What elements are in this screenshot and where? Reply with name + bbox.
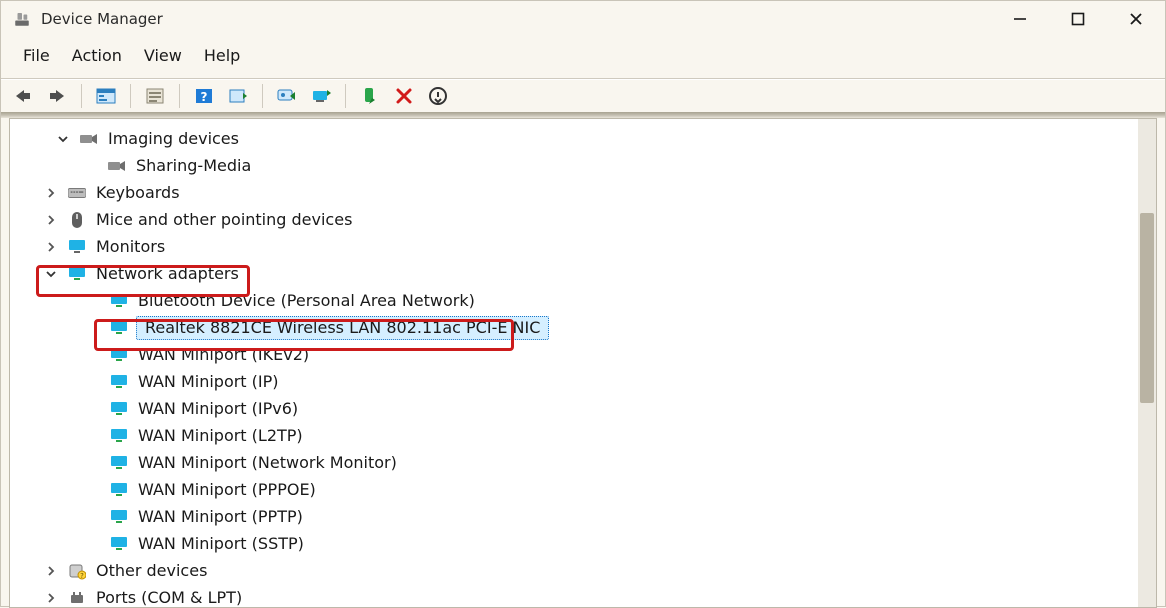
menu-file[interactable]: File [15,43,58,68]
tree-item-wan-pppoe[interactable]: WAN Miniport (PPPOE) [110,476,1156,503]
show-hide-tree-button[interactable] [92,83,120,109]
network-adapter-icon [110,454,128,472]
tree-item-network-adapters[interactable]: Network adapters [42,260,1156,287]
tree-item-sharing-media[interactable]: Sharing-Media [82,152,1156,179]
menu-action[interactable]: Action [64,43,130,68]
tree-item-other-devices[interactable]: ? Other devices [42,557,1156,584]
scrollbar-thumb[interactable] [1140,213,1154,403]
network-adapter-icon [110,481,128,499]
tree-item-label: WAN Miniport (PPPOE) [136,476,318,503]
camera-icon [108,157,126,175]
action-button[interactable] [224,83,252,109]
unknown-device-icon: ? [68,562,86,580]
network-adapter-icon [110,373,128,391]
tree-item-bt-pan[interactable]: Bluetooth Device (Personal Area Network) [110,287,1156,314]
chevron-right-icon[interactable] [42,589,60,607]
window-controls [991,1,1165,37]
enable-device-button[interactable] [356,83,384,109]
chevron-right-icon[interactable] [42,562,60,580]
menu-help[interactable]: Help [196,43,248,68]
network-adapter-icon [110,400,128,418]
tree-item-wan-ipv6[interactable]: WAN Miniport (IPv6) [110,395,1156,422]
tree-item-wan-ikev2[interactable]: WAN Miniport (IKEv2) [110,341,1156,368]
tree-item-keyboards[interactable]: Keyboards [42,179,1156,206]
toolbar-separator [345,84,346,108]
toolbar: ? [1,78,1165,112]
tree-item-label: Monitors [94,233,167,260]
network-adapter-icon [110,427,128,445]
tree-item-label: Mice and other pointing devices [94,206,354,233]
port-icon [68,589,86,607]
device-tree[interactable]: Imaging devices Sharing-Media Keyboards … [10,119,1156,608]
chevron-down-icon[interactable] [42,265,60,283]
chevron-right-icon[interactable] [42,184,60,202]
tree-item-label: Other devices [94,557,209,584]
tree-item-label: Bluetooth Device (Personal Area Network) [136,287,477,314]
tree-item-label: WAN Miniport (IKEv2) [136,341,311,368]
toolbar-separator [130,84,131,108]
update-driver-button[interactable] [307,83,335,109]
close-button[interactable] [1107,1,1165,37]
tree-item-label: Sharing-Media [134,152,253,179]
help-button[interactable]: ? [190,83,218,109]
disable-device-button[interactable] [424,83,452,109]
camera-icon [80,130,98,148]
toolbar-separator [81,84,82,108]
tree-item-label: Keyboards [94,179,182,206]
tree-item-ports[interactable]: Ports (COM & LPT) [42,584,1156,608]
tree-item-wan-sstp[interactable]: WAN Miniport (SSTP) [110,530,1156,557]
chevron-down-icon[interactable] [54,130,72,148]
network-adapter-icon [110,346,128,364]
menu-view[interactable]: View [136,43,190,68]
network-adapter-icon [110,508,128,526]
properties-button[interactable] [141,83,169,109]
titlebar: Device Manager [1,1,1165,37]
tree-item-label: Network adapters [94,260,241,287]
toolbar-separator [179,84,180,108]
chevron-right-icon[interactable] [42,211,60,229]
tree-item-label: Ports (COM & LPT) [94,584,244,608]
tree-item-wan-pptp[interactable]: WAN Miniport (PPTP) [110,503,1156,530]
tree-item-label: WAN Miniport (IPv6) [136,395,300,422]
tree-item-realtek-wlan[interactable]: Realtek 8821CE Wireless LAN 802.11ac PCI… [110,314,1156,341]
monitor-icon [68,238,86,256]
toolbar-separator [262,84,263,108]
tree-item-label: WAN Miniport (IP) [136,368,281,395]
tree-item-wan-netmon[interactable]: WAN Miniport (Network Monitor) [110,449,1156,476]
chevron-right-icon[interactable] [42,238,60,256]
network-adapter-icon [110,535,128,553]
tree-item-wan-ip[interactable]: WAN Miniport (IP) [110,368,1156,395]
tree-item-wan-l2tp[interactable]: WAN Miniport (L2TP) [110,422,1156,449]
svg-text:?: ? [201,90,208,104]
tree-item-label: WAN Miniport (SSTP) [136,530,306,557]
tree-item-label: Realtek 8821CE Wireless LAN 802.11ac PCI… [143,314,542,341]
svg-text:?: ? [80,572,84,580]
mouse-icon [68,211,86,229]
tree-item-mice[interactable]: Mice and other pointing devices [42,206,1156,233]
nav-back-button[interactable] [9,83,37,109]
keyboard-icon [68,184,86,202]
tree-item-imaging-devices[interactable]: Imaging devices [54,125,1156,152]
window-title: Device Manager [41,10,163,28]
device-tree-pane: Imaging devices Sharing-Media Keyboards … [9,118,1157,608]
selected-item: Realtek 8821CE Wireless LAN 802.11ac PCI… [136,316,549,340]
tree-item-label: WAN Miniport (Network Monitor) [136,449,399,476]
app-icon [13,10,31,28]
network-adapter-icon [68,265,86,283]
tree-item-monitors[interactable]: Monitors [42,233,1156,260]
network-adapter-icon [110,292,128,310]
tree-item-label: WAN Miniport (PPTP) [136,503,305,530]
tree-item-label: WAN Miniport (L2TP) [136,422,305,449]
vertical-scrollbar[interactable] [1138,119,1156,607]
scan-hardware-button[interactable] [273,83,301,109]
minimize-button[interactable] [991,1,1049,37]
tree-item-label: Imaging devices [106,125,241,152]
maximize-button[interactable] [1049,1,1107,37]
network-adapter-icon [110,319,128,337]
uninstall-device-button[interactable] [390,83,418,109]
menubar: File Action View Help [1,37,1165,78]
nav-forward-button[interactable] [43,83,71,109]
